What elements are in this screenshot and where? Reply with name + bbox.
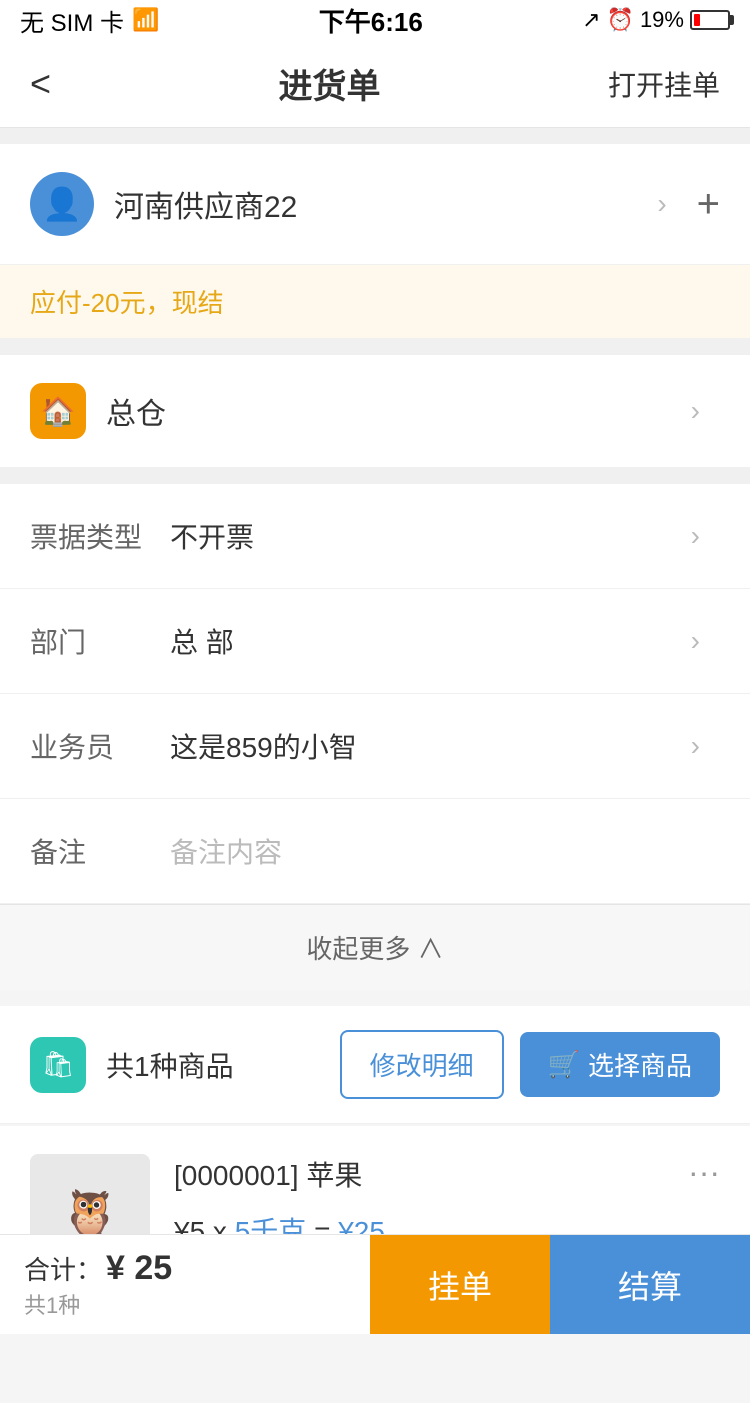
wifi-icon: 📶 [132, 7, 159, 33]
total-amount: ¥ 25 [106, 1249, 172, 1288]
invoice-type-row[interactable]: 票据类型 不开票 › [0, 484, 750, 589]
salesperson-row[interactable]: 业务员 这是859的小智 › [0, 694, 750, 799]
invoice-type-value: 不开票 [170, 516, 691, 556]
bottom-bar: 合计： ¥ 25 共1种 挂单 结算 [0, 1234, 750, 1334]
battery-fill [694, 14, 700, 26]
location-icon: ↗ [582, 7, 600, 33]
warehouse-icon: 🏠 [30, 383, 86, 439]
form-section: 票据类型 不开票 › 部门 总 部 › 业务员 这是859的小智 › 备注 备注… [0, 484, 750, 904]
status-right: ↗ ⏰ 19% [582, 7, 730, 33]
page-title: 进货单 [279, 59, 381, 108]
supplier-avatar: 👤 [30, 172, 94, 236]
alarm-icon: ⏰ [607, 7, 634, 33]
department-row[interactable]: 部门 总 部 › [0, 589, 750, 694]
status-bar: 无 SIM 卡 📶 下午6:16 ↗ ⏰ 19% [0, 0, 750, 40]
carrier-label: 无 SIM 卡 [20, 3, 124, 38]
chevron-right-icon: › [657, 188, 666, 220]
department-value: 总 部 [170, 621, 691, 661]
nav-bar: < 进货单 打开挂单 [0, 40, 750, 128]
chevron-right-dept-icon: › [691, 625, 700, 657]
remarks-value[interactable]: 备注内容 [170, 831, 720, 871]
notice-text: 应付-20元，现结 [30, 288, 224, 318]
warehouse-icon-symbol: 🏠 [41, 395, 76, 428]
warehouse-row[interactable]: 🏠 总仓 › [0, 355, 750, 468]
product-id: [0000001] [174, 1160, 306, 1191]
chevron-right-warehouse-icon: › [691, 395, 700, 427]
chevron-right-invoice-icon: › [691, 520, 700, 552]
divider-1 [0, 128, 750, 144]
chevron-right-sales-icon: › [691, 730, 700, 762]
select-product-icon: 🛒 [548, 1049, 580, 1080]
bottom-total: 合计： ¥ 25 共1种 [0, 1235, 370, 1334]
product-name: [0000001] 苹果 [174, 1154, 688, 1194]
supplier-row[interactable]: 👤 河南供应商22 › + [0, 144, 750, 265]
product-menu-icon[interactable]: ··· [688, 1154, 720, 1191]
status-left: 无 SIM 卡 📶 [20, 3, 159, 38]
invoice-type-label: 票据类型 [30, 516, 170, 556]
bag-icon: 🛍 [41, 1049, 74, 1080]
department-label: 部门 [30, 621, 170, 661]
hang-button[interactable]: 挂单 [370, 1235, 550, 1334]
notice-bar: 应付-20元，现结 [0, 265, 750, 339]
total-label: 合计： [24, 1250, 102, 1287]
back-button[interactable]: < [30, 63, 51, 105]
divider-3 [0, 468, 750, 484]
products-header: 🛍 共1种商品 修改明细 🛒 选择商品 [0, 1006, 750, 1124]
product-count-icon: 🛍 [30, 1037, 86, 1093]
battery-icon [690, 10, 730, 30]
add-supplier-icon[interactable]: + [697, 182, 720, 227]
supplier-name: 河南供应商22 [114, 182, 657, 226]
status-time: 下午6:16 [319, 2, 423, 39]
total-sub: 共1种 [24, 1288, 346, 1320]
product-count-text: 共1种商品 [106, 1045, 340, 1085]
divider-2 [0, 339, 750, 355]
open-hang-button[interactable]: 打开挂单 [608, 64, 720, 104]
select-product-label: 选择商品 [588, 1046, 692, 1083]
warehouse-name: 总仓 [106, 389, 691, 433]
collapse-label: 收起更多 ∧ [306, 929, 443, 966]
avatar-icon: 👤 [42, 185, 82, 223]
salesperson-label: 业务员 [30, 726, 170, 766]
checkout-button[interactable]: 结算 [550, 1235, 750, 1334]
edit-details-button[interactable]: 修改明细 [340, 1030, 504, 1099]
select-product-button[interactable]: 🛒 选择商品 [520, 1032, 720, 1097]
collapse-toggle[interactable]: 收起更多 ∧ [0, 904, 750, 990]
product-title: 苹果 [306, 1160, 362, 1191]
battery-label: 19% [640, 7, 684, 33]
remarks-row[interactable]: 备注 备注内容 [0, 799, 750, 904]
salesperson-value: 这是859的小智 [170, 726, 691, 766]
remarks-label: 备注 [30, 831, 170, 871]
